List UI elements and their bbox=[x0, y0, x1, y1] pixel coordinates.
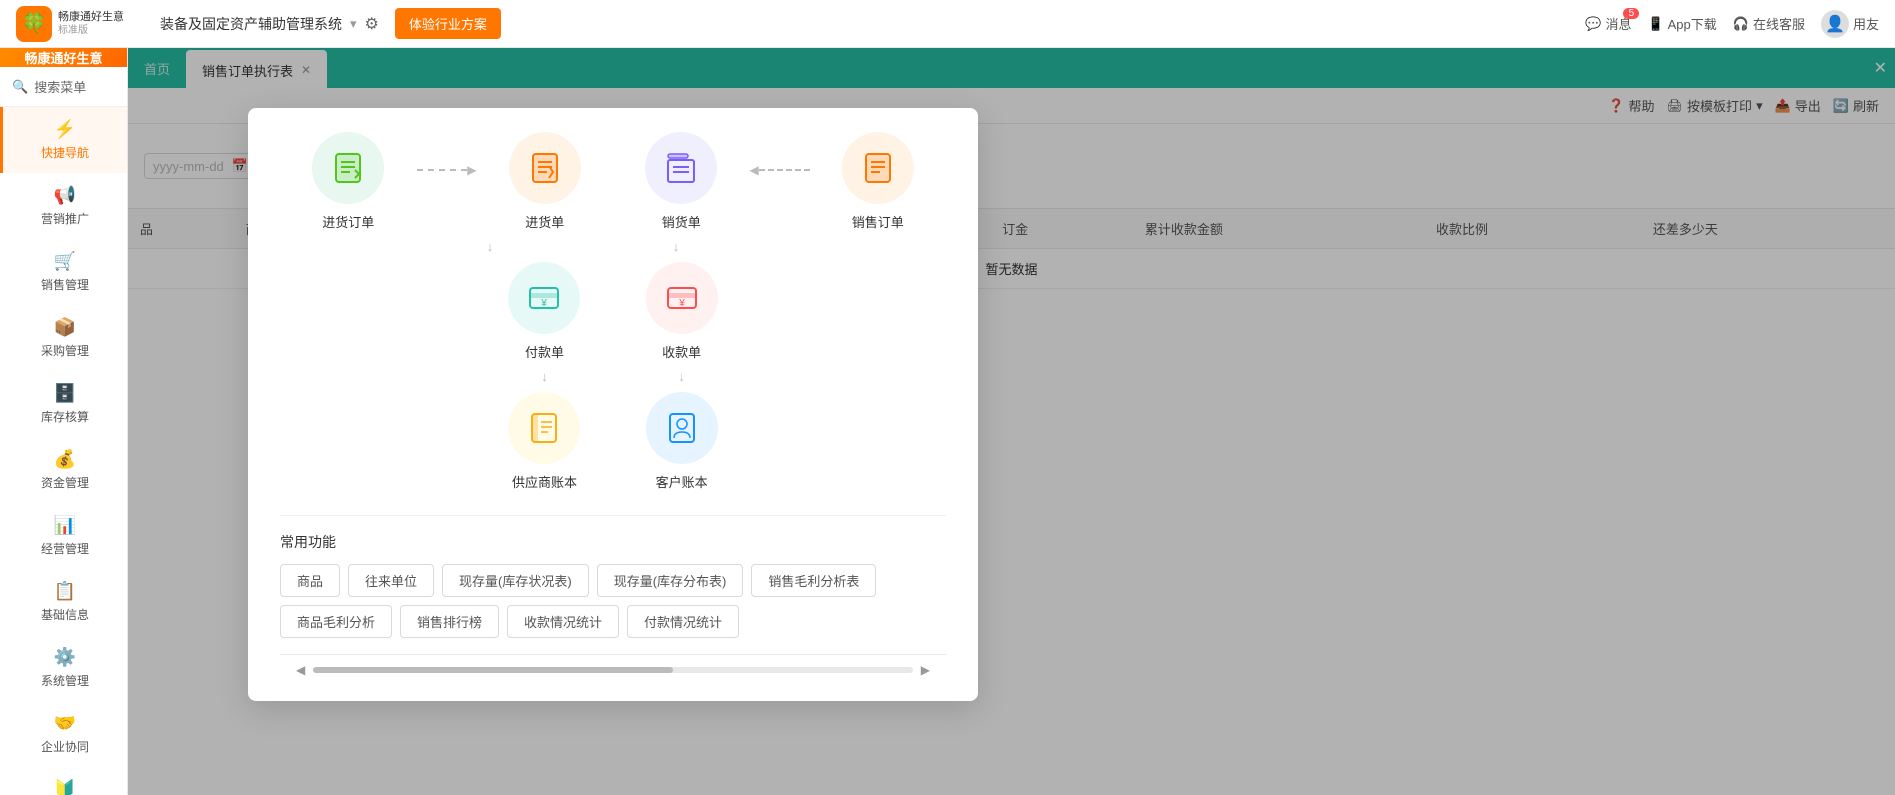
app-container: 🍀 畅康通好生意 标准版 装备及固定资产辅助管理系统 ▾ ⚙ 体验行业方案 💬 … bbox=[0, 0, 1895, 795]
message-button[interactable]: 💬 消息 5 bbox=[1585, 14, 1631, 33]
online-service-button[interactable]: 🎧 在线客服 bbox=[1733, 14, 1805, 33]
scroll-left-icon[interactable]: ◀ bbox=[296, 663, 305, 677]
gear-icon[interactable]: ⚙ bbox=[365, 14, 379, 34]
system-name: 装备及固定资产辅助管理系统 bbox=[160, 14, 342, 34]
sidebar-item-marketing[interactable]: 📢 营销推广 bbox=[0, 173, 127, 239]
sidebar-item-operations[interactable]: 📊 经营管理 bbox=[0, 503, 127, 569]
sidebar-item-system[interactable]: ⚙️ 系统管理 bbox=[0, 635, 127, 701]
top-right-area: 💬 消息 5 📱 App下载 🎧 在线客服 👤 用友 bbox=[1585, 10, 1879, 38]
flow-node-sales-bill[interactable]: 销货单 bbox=[613, 132, 750, 231]
svg-text:¥: ¥ bbox=[678, 298, 685, 309]
sidebar-item-quick-nav[interactable]: ⚡ 快捷导航 bbox=[0, 107, 127, 173]
logo-text: 畅康通好生意 标准版 bbox=[58, 10, 124, 37]
func-btn-stock-status[interactable]: 现存量(库存状况表) bbox=[442, 564, 589, 597]
newbie-icon: 🔰 bbox=[54, 779, 76, 795]
sidebar-item-newbie[interactable]: 🔰 新手引导 bbox=[0, 767, 127, 795]
flow-row-3: 供应商账本 bbox=[280, 392, 946, 491]
flow-node-purchase-bill[interactable]: 进货单 bbox=[477, 132, 614, 231]
headset-icon: 🎧 bbox=[1733, 16, 1749, 32]
flow-modal: 进货订单 ▶ bbox=[248, 108, 978, 701]
flow-node-receipt[interactable]: ¥ 收款单 bbox=[613, 262, 750, 361]
purchase-order-circle bbox=[312, 132, 384, 204]
payment-circle: ¥ bbox=[508, 262, 580, 334]
func-btn-sales-margin[interactable]: 销售毛利分析表 bbox=[751, 564, 876, 597]
sidebar-item-purchase[interactable]: 📦 采购管理 bbox=[0, 305, 127, 371]
sidebar-item-finance[interactable]: 💰 资金管理 bbox=[0, 437, 127, 503]
sidebar-item-sales[interactable]: 🛒 销售管理 bbox=[0, 239, 127, 305]
top-bar: 🍀 畅康通好生意 标准版 装备及固定资产辅助管理系统 ▾ ⚙ 体验行业方案 💬 … bbox=[0, 0, 1895, 48]
sidebar-search[interactable]: 🔍 搜索菜单 bbox=[0, 67, 127, 107]
trial-button[interactable]: 体验行业方案 bbox=[395, 8, 501, 39]
sales-icon: 🛒 bbox=[54, 251, 76, 272]
sidebar-item-enterprise[interactable]: 🤝 企业协同 bbox=[0, 701, 127, 767]
basic-info-icon: 📋 bbox=[54, 581, 76, 602]
logo-area: 🍀 畅康通好生意 标准版 bbox=[16, 6, 144, 42]
system-title: 装备及固定资产辅助管理系统 ▾ ⚙ 体验行业方案 bbox=[144, 8, 1585, 39]
func-buttons-grid: 商品 往来单位 现存量(库存状况表) 现存量(库存分布表) 销售毛利分析表 商品… bbox=[280, 564, 946, 638]
func-btn-stock-dist[interactable]: 现存量(库存分布表) bbox=[597, 564, 744, 597]
flow-node-purchase-order[interactable]: 进货订单 bbox=[280, 132, 417, 231]
sidebar-item-basic-info[interactable]: 📋 基础信息 bbox=[0, 569, 127, 635]
flow-node-sales-order[interactable]: 销售订单 bbox=[810, 132, 947, 231]
receipt-circle: ¥ bbox=[646, 262, 718, 334]
sales-bill-circle bbox=[645, 132, 717, 204]
sidebar-item-inventory[interactable]: 🗄️ 库存核算 bbox=[0, 371, 127, 437]
func-btn-receipt-stat[interactable]: 收款情况统计 bbox=[507, 605, 619, 638]
func-btn-contacts[interactable]: 往来单位 bbox=[348, 564, 434, 597]
scroll-thumb[interactable] bbox=[313, 667, 673, 673]
func-btn-sales-rank[interactable]: 销售排行榜 bbox=[400, 605, 499, 638]
message-icon: 💬 bbox=[1585, 16, 1601, 32]
flow-node-supplier-ledger[interactable]: 供应商账本 bbox=[476, 392, 613, 491]
marketing-icon: 📢 bbox=[54, 185, 76, 206]
phone-icon: 📱 bbox=[1647, 16, 1663, 32]
enterprise-icon: 🤝 bbox=[54, 713, 76, 734]
dropdown-arrow-icon[interactable]: ▾ bbox=[350, 16, 357, 32]
func-btn-payment-stat[interactable]: 付款情况统计 bbox=[627, 605, 739, 638]
flow-row-1: 进货订单 ▶ bbox=[280, 132, 946, 231]
purchase-icon: 📦 bbox=[54, 317, 76, 338]
func-btn-product-margin[interactable]: 商品毛利分析 bbox=[280, 605, 392, 638]
flow-node-payment[interactable]: ¥ 付款单 bbox=[476, 262, 613, 361]
purchase-bill-circle bbox=[509, 132, 581, 204]
flow-row-2: ¥ 付款单 bbox=[280, 262, 946, 361]
user-area[interactable]: 👤 用友 bbox=[1821, 10, 1879, 38]
finance-icon: 💰 bbox=[54, 449, 76, 470]
app-download-button[interactable]: 📱 App下载 bbox=[1647, 14, 1716, 33]
content-wrapper: 畅康通好生意 🔍 搜索菜单 ⚡ 快捷导航 📢 营销推广 🛒 销售管理 📦 采购管… bbox=[0, 48, 1895, 795]
supplier-ledger-circle bbox=[508, 392, 580, 464]
logo-icon: 🍀 bbox=[16, 6, 52, 42]
operations-icon: 📊 bbox=[54, 515, 76, 536]
sidebar-brand: 畅康通好生意 bbox=[0, 48, 127, 67]
inventory-icon: 🗄️ bbox=[54, 383, 76, 404]
quick-nav-icon: ⚡ bbox=[54, 119, 76, 140]
sales-order-circle bbox=[842, 132, 914, 204]
svg-text:¥: ¥ bbox=[541, 298, 548, 309]
scroll-bar-area: ◀ ▶ bbox=[280, 654, 946, 685]
sidebar: 畅康通好生意 🔍 搜索菜单 ⚡ 快捷导航 📢 营销推广 🛒 销售管理 📦 采购管… bbox=[0, 48, 128, 795]
avatar: 👤 bbox=[1821, 10, 1849, 38]
scroll-right-icon[interactable]: ▶ bbox=[921, 663, 930, 677]
scroll-track bbox=[313, 667, 913, 673]
customer-ledger-circle bbox=[646, 392, 718, 464]
system-icon: ⚙️ bbox=[54, 647, 76, 668]
main-area: 首页 销售订单执行表 ✕ ✕ ❓ 帮助 🖨 按模板打印 bbox=[128, 48, 1895, 795]
flow-node-customer-ledger[interactable]: 客户账本 bbox=[613, 392, 750, 491]
search-icon: 🔍 bbox=[12, 79, 28, 95]
common-functions: 常用功能 商品 往来单位 现存量(库存状况表) 现存量(库存分布表) 销售毛利分… bbox=[280, 515, 946, 638]
flow-arrows-row-2: ↓ ↓ bbox=[280, 369, 946, 384]
modal-overlay: 进货订单 ▶ bbox=[128, 48, 1895, 795]
flow-arrows-row: ↓ ↓ bbox=[280, 239, 946, 254]
flow-diagram: 进货订单 ▶ bbox=[280, 132, 946, 491]
func-btn-product[interactable]: 商品 bbox=[280, 564, 340, 597]
